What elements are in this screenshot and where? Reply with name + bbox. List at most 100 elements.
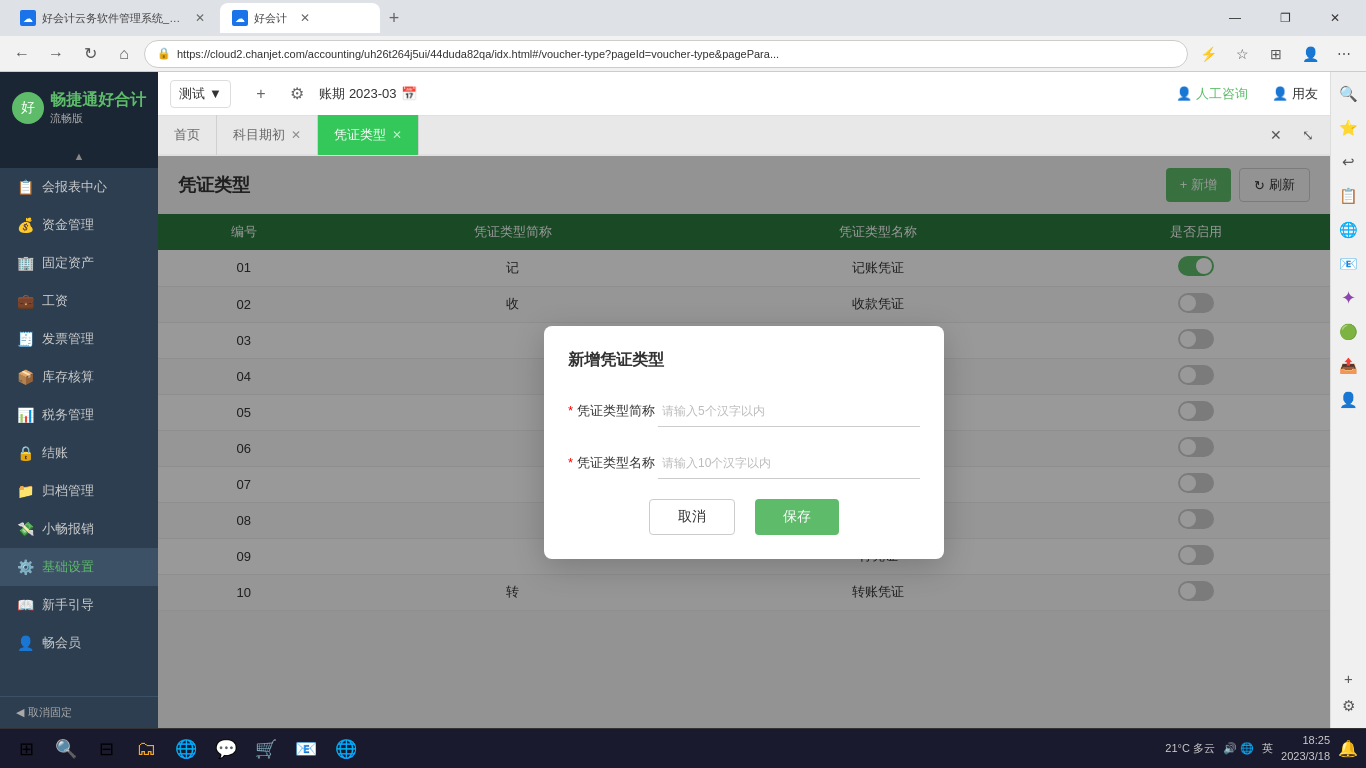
menu-button[interactable]: ⋯ [1330,40,1358,68]
sidebar-nav: 📋 会报表中心 💰 资金管理 🏢 固定资产 💼 工资 🧾 发票管理 📦 [0,168,158,696]
taskbar-store-button[interactable]: 🛒 [248,731,284,767]
taskbar-notification-button[interactable]: 🔔 [1338,739,1358,758]
workspace-selector[interactable]: 测试 ▼ [170,80,231,108]
support-button[interactable]: 👤 人工咨询 [1176,85,1248,103]
edge-search-button[interactable]: 🔍 [1335,80,1363,108]
new-tab-button[interactable]: + [380,4,408,32]
reload-button[interactable]: ↻ [76,40,104,68]
taskbar-time: 18:25 [1281,733,1330,748]
maximize-button[interactable]: ❐ [1262,3,1308,33]
minimize-button[interactable]: — [1212,3,1258,33]
user-button[interactable]: 👤 用友 [1272,85,1318,103]
tab-subject[interactable]: 科目期初 ✕ [217,115,318,155]
taskbar-lang: 英 [1262,741,1273,756]
taskbar-wechat-button[interactable]: 💬 [208,731,244,767]
close-button[interactable]: ✕ [1312,3,1358,33]
edge-add-button[interactable]: + [1335,664,1363,692]
edge-history-button[interactable]: ↩ [1335,148,1363,176]
sidebar-item-finance[interactable]: 💰 资金管理 [0,206,158,244]
finance-icon: 💰 [16,216,34,234]
edge-user-button[interactable]: 👤 [1335,386,1363,414]
sidebar-item-dashboard[interactable]: 📋 会报表中心 [0,168,158,206]
sidebar-item-assets[interactable]: 🏢 固定资产 [0,244,158,282]
tab-voucher-type[interactable]: 凭证类型 ✕ [318,115,419,155]
sidebar-item-archive[interactable]: 📁 归档管理 [0,472,158,510]
edge-browser-button[interactable]: 🌐 [1335,216,1363,244]
dialog-title: 新增凭证类型 [568,350,920,371]
tab-panel-expand-button[interactable]: ⤡ [1294,121,1322,149]
sidebar-item-invoice[interactable]: 🧾 发票管理 [0,320,158,358]
tab-favicon-2: ☁ [232,10,248,26]
expense-icon: 💸 [16,520,34,538]
tab-home[interactable]: 首页 [158,115,217,155]
tab-close-2[interactable]: ✕ [297,10,313,26]
edge-settings-button[interactable]: ⚙ [1335,692,1363,720]
taskbar-edge-button[interactable]: 🌐 [328,731,364,767]
tab-panel-close-button[interactable]: ✕ [1262,121,1290,149]
dialog-field-shortname: * 凭证类型简称 [568,395,920,427]
address-bar[interactable]: 🔒 https://cloud2.chanjet.com/accounting/… [144,40,1188,68]
dialog-input-shortname[interactable] [658,395,920,427]
sidebar-item-label-guide: 新手引导 [42,596,94,614]
taskbar-time-display: 18:25 2023/3/18 [1281,733,1330,764]
extensions-button[interactable]: ⚡ [1194,40,1222,68]
sidebar-logo: 好 畅捷通好合计 流畅版 [0,72,158,144]
edge-copilot-button[interactable]: ✦ [1335,284,1363,312]
account-button[interactable]: 👤 [1296,40,1324,68]
period-label: 账期 [319,85,345,103]
edge-green-button[interactable]: 🟢 [1335,318,1363,346]
sidebar-scroll-up[interactable]: ▲ [0,144,158,168]
dialog-label-fullname: * 凭证类型名称 [568,454,658,472]
inventory-icon: 📦 [16,368,34,386]
cancel-fixed-button[interactable]: ◀ 取消固定 [0,696,158,728]
taskbar-search-button[interactable]: 🔍 [48,731,84,767]
tab-voucher-type-close[interactable]: ✕ [392,128,402,142]
address-text: https://cloud2.chanjet.com/accounting/uh… [177,48,779,60]
edge-favorites-button[interactable]: ⭐ [1335,114,1363,142]
dialog-input-fullname[interactable] [658,447,920,479]
browser-tab-1[interactable]: ☁ 好会计云务软件管理系统_会计 ✕ [8,3,220,33]
sidebar-item-guide[interactable]: 📖 新手引导 [0,586,158,624]
taskbar-mail-button[interactable]: 📧 [288,731,324,767]
edge-outlook-button[interactable]: 📧 [1335,250,1363,278]
taskbar-file-explorer-button[interactable]: 🗂 [128,731,164,767]
sidebar-item-close[interactable]: 🔒 结账 [0,434,158,472]
sidebar-item-label-invoice: 发票管理 [42,330,94,348]
sidebar: 好 畅捷通好合计 流畅版 ▲ 📋 会报表中心 💰 资金管理 🏢 固定资产 [0,72,158,728]
sidebar-item-inventory[interactable]: 📦 库存核算 [0,358,158,396]
back-button[interactable]: ← [8,40,36,68]
window-controls: — ❐ ✕ [1212,3,1358,33]
calendar-icon: 📅 [401,86,417,101]
taskbar-task-view-button[interactable]: ⊟ [88,731,124,767]
browser-chrome: ☁ 好会计云务软件管理系统_会计 ✕ ☁ 好会计 ✕ + — ❐ ✕ ← → ↻… [0,0,1366,72]
browser-tab-2[interactable]: ☁ 好会计 ✕ [220,3,380,33]
sidebar-item-member[interactable]: 👤 畅会员 [0,624,158,662]
page-area: 凭证类型 + 新增 ↻ 刷新 编号 凭证类型简称 凭证类型名称 是否启用 [158,156,1330,728]
sidebar-item-label-expense: 小畅报销 [42,520,94,538]
taskbar: ⊞ 🔍 ⊟ 🗂 🌐 💬 🛒 📧 🌐 21°C 多云 🔊 🌐 英 18:25 20… [0,728,1366,768]
lock-icon: 🔒 [157,47,171,60]
sidebar-item-payroll[interactable]: 💼 工资 [0,282,158,320]
favorites-button[interactable]: ☆ [1228,40,1256,68]
sidebar-item-expense[interactable]: 💸 小畅报销 [0,510,158,548]
home-button[interactable]: ⌂ [110,40,138,68]
header-actions: + ⚙ [247,80,311,108]
sidebar-item-settings[interactable]: ⚙️ 基础设置 [0,548,158,586]
collections-button[interactable]: ⊞ [1262,40,1290,68]
taskbar-chrome-button[interactable]: 🌐 [168,731,204,767]
settings-button[interactable]: ⚙ [283,80,311,108]
edge-collections-button[interactable]: 📋 [1335,182,1363,210]
close-icon: 🔒 [16,444,34,462]
logo-sub: 流畅版 [50,111,146,126]
save-button[interactable]: 保存 [755,499,839,535]
tab-subject-close[interactable]: ✕ [291,128,301,142]
forward-button[interactable]: → [42,40,70,68]
cancel-button[interactable]: 取消 [649,499,735,535]
add-workspace-button[interactable]: + [247,80,275,108]
tab-close-1[interactable]: ✕ [192,10,208,26]
app-header: 测试 ▼ + ⚙ 账期 2023-03 📅 👤 人工咨询 👤 用友 [158,72,1330,116]
sidebar-item-tax[interactable]: 📊 税务管理 [0,396,158,434]
taskbar-start-button[interactable]: ⊞ [8,731,44,767]
workspace-dropdown-icon: ▼ [209,86,222,101]
edge-share-button[interactable]: 📤 [1335,352,1363,380]
